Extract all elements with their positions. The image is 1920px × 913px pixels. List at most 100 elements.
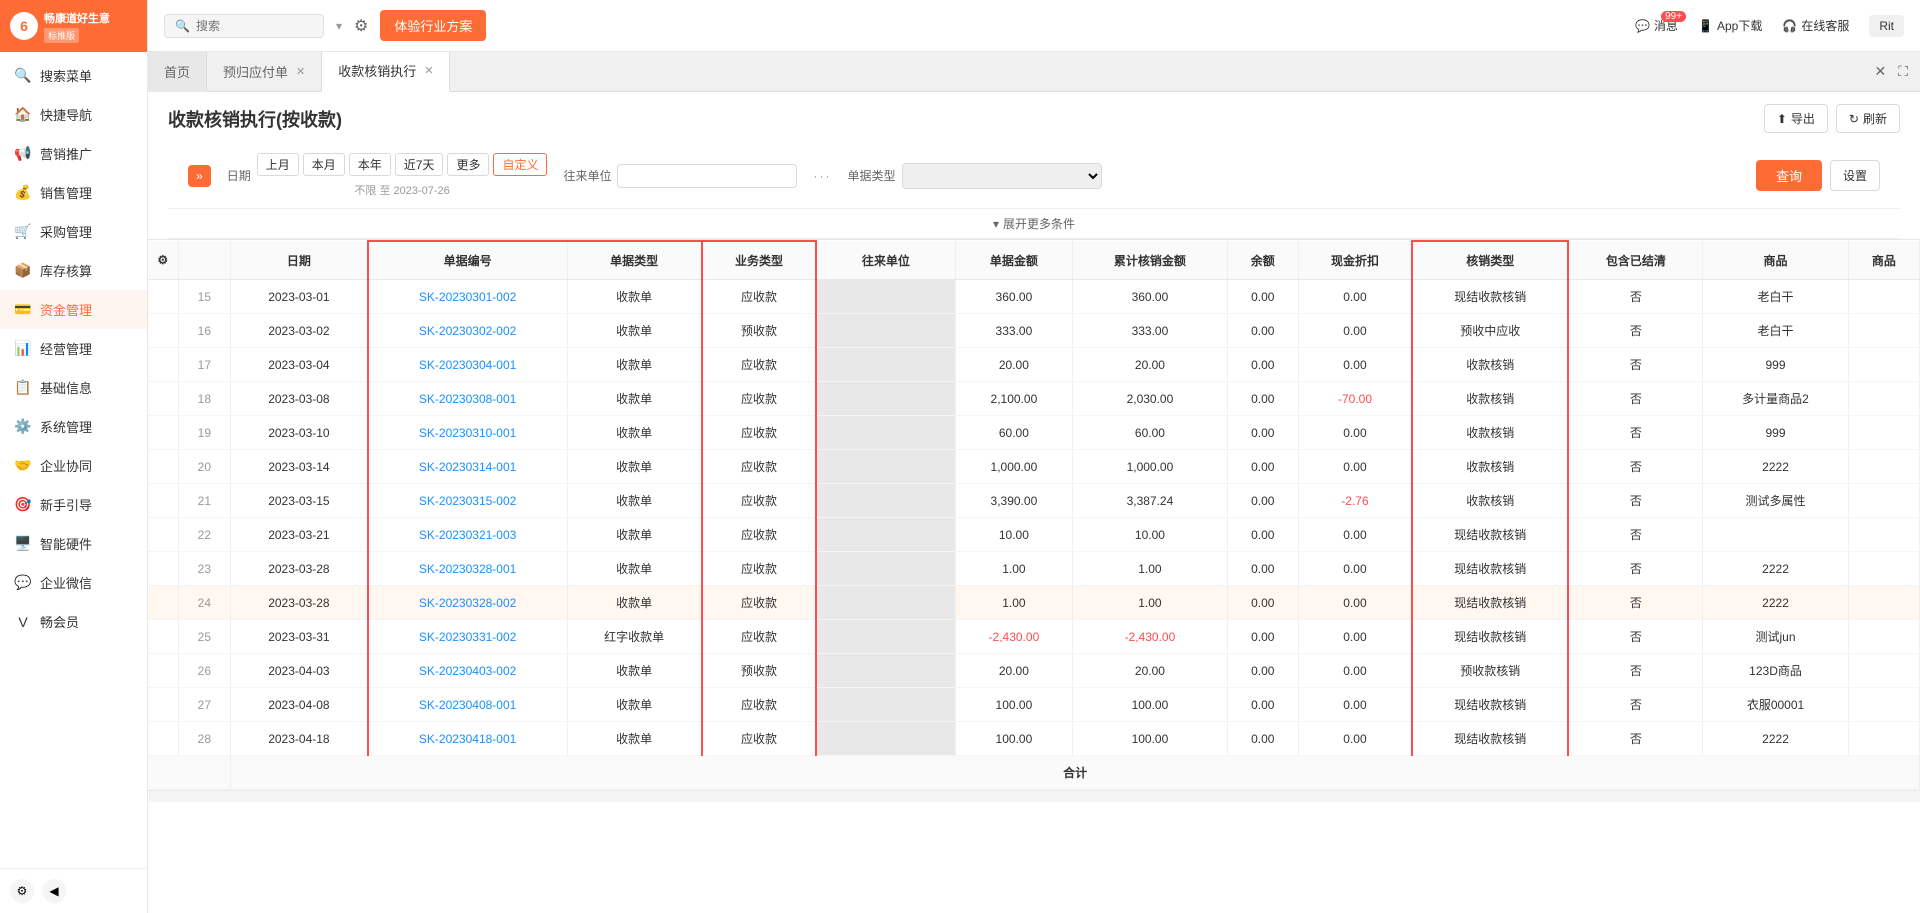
- user-menu-button[interactable]: Rit: [1869, 15, 1904, 37]
- app-download-button[interactable]: 📱 App下载: [1698, 17, 1762, 34]
- sidebar-item-enterprise[interactable]: 🤝企业协同: [0, 446, 147, 485]
- sidebar-item-sales[interactable]: 💰销售管理: [0, 173, 147, 212]
- tab-collection-close-icon[interactable]: ✕: [424, 64, 433, 77]
- filter-expand-button[interactable]: »: [188, 165, 211, 187]
- cell-settings: [148, 280, 178, 314]
- cell-biztype: 应收款: [702, 620, 817, 654]
- cell-docamount: 10.00: [955, 518, 1073, 552]
- doc-link[interactable]: SK-20230408-001: [419, 698, 516, 712]
- sidebar-item-hardware[interactable]: 🖥️智能硬件: [0, 524, 147, 563]
- cell-partner: [816, 314, 955, 348]
- cell-biztype: 预收款: [702, 654, 817, 688]
- online-service-button[interactable]: 🎧 在线客服: [1782, 17, 1849, 34]
- cell-docno: SK-20230403-002: [368, 654, 567, 688]
- sidebar-label-purchase: 采购管理: [40, 222, 92, 241]
- settings-bottom-icon[interactable]: ⚙: [10, 879, 34, 903]
- doc-link[interactable]: SK-20230418-001: [419, 732, 516, 746]
- cell-settings: [148, 314, 178, 348]
- sidebar-label-hardware: 智能硬件: [40, 534, 92, 553]
- sidebar-item-basic[interactable]: 📋基础信息: [0, 368, 147, 407]
- doc-link[interactable]: SK-20230301-002: [419, 290, 516, 304]
- cell-cashdiscount: 0.00: [1298, 416, 1412, 450]
- app-name: 畅康道好生意: [44, 10, 110, 26]
- tab-home[interactable]: 首页: [148, 52, 207, 92]
- sidebar-item-guide[interactable]: 🎯新手引导: [0, 485, 147, 524]
- query-button[interactable]: 查询: [1756, 160, 1822, 191]
- cell-balance: 0.00: [1227, 586, 1298, 620]
- cell-date: 2023-04-03: [231, 654, 368, 688]
- sidebar-item-operation[interactable]: 📊经营管理: [0, 329, 147, 368]
- cell-partner: [816, 484, 955, 518]
- enterprise-icon: 🤝: [14, 457, 32, 475]
- cell-docamount: 1,000.00: [955, 450, 1073, 484]
- cell-includesettled: 否: [1568, 382, 1703, 416]
- doc-link[interactable]: SK-20230321-003: [419, 528, 516, 542]
- tab-receivable-close-icon[interactable]: ✕: [296, 65, 305, 78]
- filter-partner-input[interactable]: [617, 164, 797, 188]
- cell-includesettled: 否: [1568, 688, 1703, 722]
- doc-link[interactable]: SK-20230403-002: [419, 664, 516, 678]
- cell-accumcancel: 10.00: [1073, 518, 1228, 552]
- cell-date: 2023-03-14: [231, 450, 368, 484]
- tab-collection[interactable]: 收款核销执行 ✕: [322, 52, 450, 92]
- filter-last-month-btn[interactable]: 上月: [257, 153, 299, 176]
- search-input[interactable]: [196, 19, 296, 33]
- filter-this-year-btn[interactable]: 本年: [349, 153, 391, 176]
- filter-settings-button[interactable]: 设置: [1830, 160, 1880, 191]
- sidebar-item-finance[interactable]: 💳资金管理: [0, 290, 147, 329]
- cell-partner: [816, 518, 955, 552]
- col-includesettled-header: 包含已结清: [1568, 241, 1703, 280]
- message-button[interactable]: 💬 消息 99+: [1635, 17, 1678, 34]
- doc-link[interactable]: SK-20230314-001: [419, 460, 516, 474]
- expand-tab-icon[interactable]: ⛶: [1894, 59, 1912, 84]
- refresh-button[interactable]: ↻ 刷新: [1836, 104, 1900, 133]
- sidebar-item-quick[interactable]: 🏠快捷导航: [0, 95, 147, 134]
- sidebar-item-purchase[interactable]: 🛒采购管理: [0, 212, 147, 251]
- col-settings-header[interactable]: ⚙: [148, 241, 178, 280]
- cell-canceltype: 现结收款核销: [1412, 722, 1568, 756]
- expand-more-button[interactable]: ▾ 展开更多条件: [993, 215, 1075, 232]
- doc-link[interactable]: SK-20230304-001: [419, 358, 516, 372]
- cell-goods2: [1848, 620, 1919, 654]
- filter-doctype-select[interactable]: [902, 163, 1102, 189]
- inventory-icon: 📦: [14, 262, 32, 280]
- sidebar-item-search[interactable]: 🔍搜索菜单: [0, 56, 147, 95]
- dropdown-arrow-icon[interactable]: ▾: [336, 19, 342, 33]
- doc-link[interactable]: SK-20230315-002: [419, 494, 516, 508]
- table-row: 21 2023-03-15 SK-20230315-002 收款单 应收款 3,…: [148, 484, 1920, 518]
- cell-doctype: 收款单: [567, 450, 702, 484]
- col-accumcancel-header: 累计核销金额: [1073, 241, 1228, 280]
- tab-receivable[interactable]: 预归应付单 ✕: [207, 52, 322, 92]
- close-tab-icon[interactable]: ✕: [1870, 59, 1890, 84]
- sidebar-item-inventory[interactable]: 📦库存核算: [0, 251, 147, 290]
- solution-button[interactable]: 体验行业方案: [380, 10, 486, 41]
- cell-seq: 18: [178, 382, 231, 416]
- sidebar-item-marketing[interactable]: 📢营销推广: [0, 134, 147, 173]
- horizontal-scrollbar[interactable]: [148, 790, 1920, 802]
- topbar-search-box[interactable]: 🔍: [164, 14, 324, 38]
- doc-link[interactable]: SK-20230328-002: [419, 596, 516, 610]
- doc-link[interactable]: SK-20230310-001: [419, 426, 516, 440]
- cell-goods2: [1848, 280, 1919, 314]
- topbar-settings-icon[interactable]: ⚙: [354, 16, 368, 36]
- cell-docno: SK-20230302-002: [368, 314, 567, 348]
- sidebar-item-member[interactable]: V畅会员: [0, 602, 147, 641]
- doc-link[interactable]: SK-20230302-002: [419, 324, 516, 338]
- filter-7days-btn[interactable]: 近7天: [395, 153, 444, 176]
- cell-doctype: 收款单: [567, 654, 702, 688]
- doc-link[interactable]: SK-20230331-002: [419, 630, 516, 644]
- filter-custom-btn[interactable]: 自定义: [493, 153, 547, 176]
- sidebar-label-wechat: 企业微信: [40, 573, 92, 592]
- doc-link[interactable]: SK-20230328-001: [419, 562, 516, 576]
- export-button[interactable]: ⬆ 导出: [1764, 104, 1828, 133]
- cell-doctype: 收款单: [567, 348, 702, 382]
- filter-more-btn[interactable]: 更多: [447, 153, 489, 176]
- collapse-icon[interactable]: ◀: [42, 879, 66, 903]
- cell-partner: [816, 416, 955, 450]
- cell-settings: [148, 722, 178, 756]
- sidebar-item-wechat[interactable]: 💬企业微信: [0, 563, 147, 602]
- cell-partner: [816, 688, 955, 722]
- sidebar-item-system[interactable]: ⚙️系统管理: [0, 407, 147, 446]
- doc-link[interactable]: SK-20230308-001: [419, 392, 516, 406]
- filter-this-month-btn[interactable]: 本月: [303, 153, 345, 176]
